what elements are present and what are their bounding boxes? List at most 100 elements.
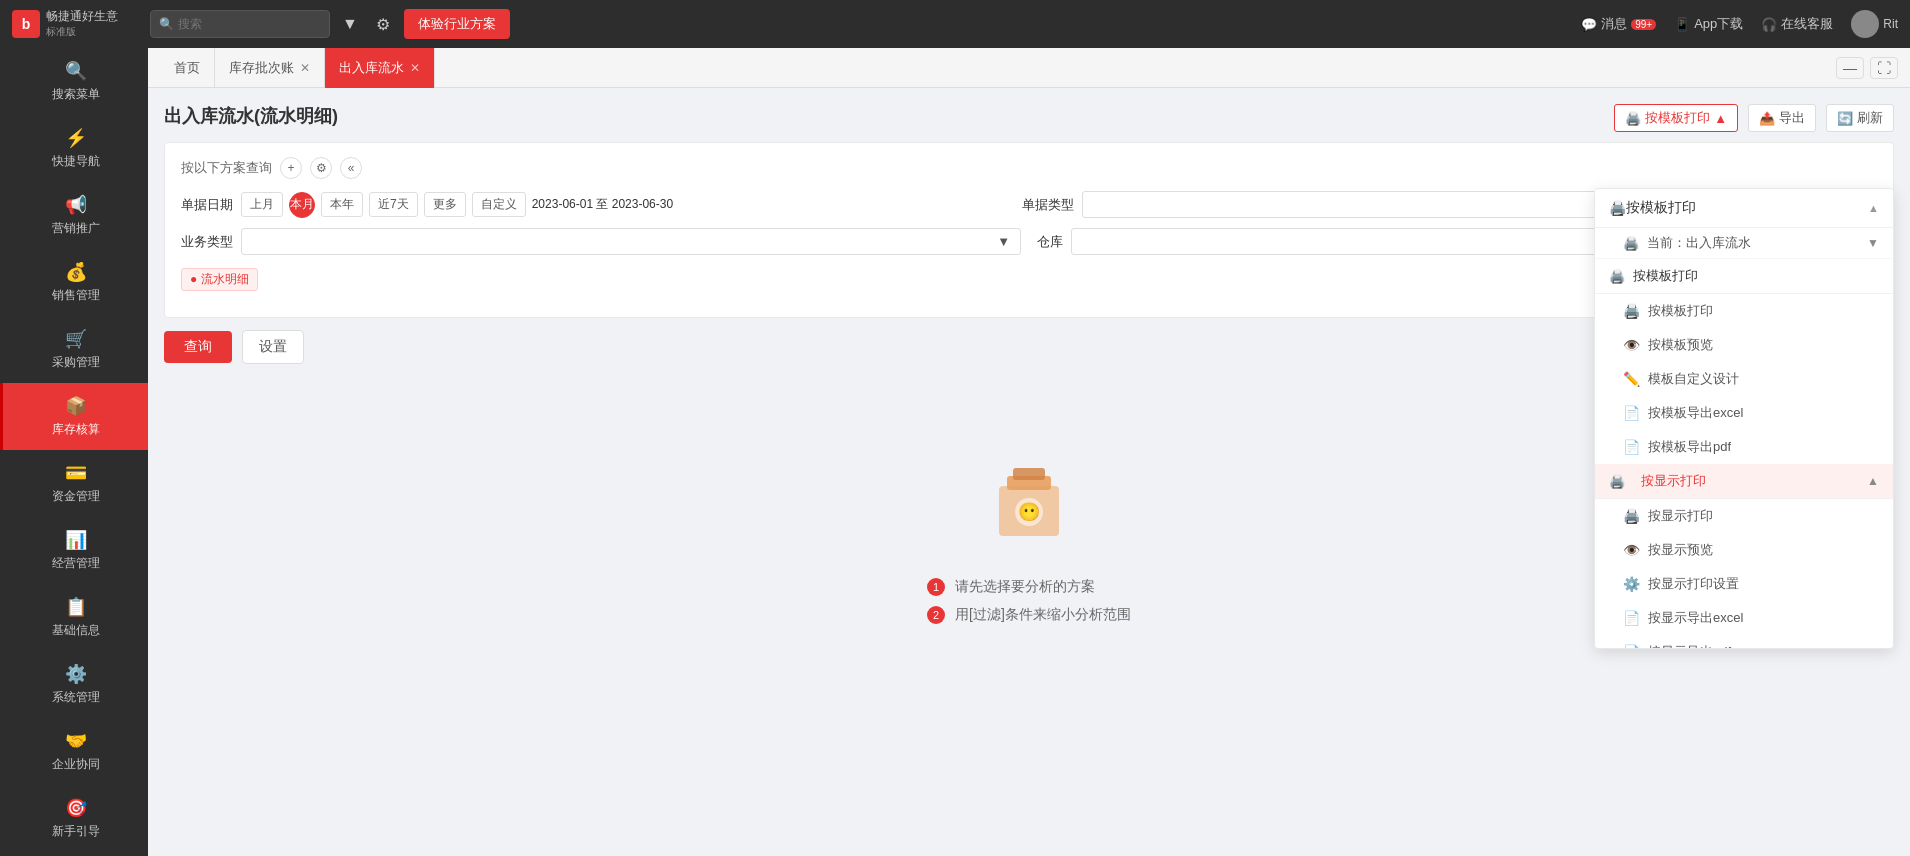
- user-menu[interactable]: Rit: [1851, 10, 1898, 38]
- display-settings-item[interactable]: ⚙️ 按显示打印设置: [1595, 567, 1893, 601]
- sidebar-item-sales[interactable]: 💰 销售管理: [0, 249, 148, 316]
- date-btn-7days[interactable]: 近7天: [369, 192, 418, 217]
- tab-flow[interactable]: 出入库流水 ✕: [325, 48, 435, 88]
- search-icon: 🔍: [159, 17, 174, 31]
- tab-flow-close[interactable]: ✕: [410, 61, 420, 75]
- tag-label: 流水明细: [201, 271, 249, 288]
- headset-icon: 🎧: [1761, 17, 1777, 32]
- template-custom-icon: ✏️: [1623, 371, 1640, 387]
- sidebar-item-purchase[interactable]: 🛒 采购管理: [0, 316, 148, 383]
- sidebar-item-operation[interactable]: 📊 经营管理: [0, 517, 148, 584]
- sidebar-item-quicknav[interactable]: ⚡ 快捷导航: [0, 115, 148, 182]
- display-pdf-item[interactable]: 📄 按显示导出pdf: [1595, 635, 1893, 648]
- sidebar-label-operation: 经营管理: [52, 555, 100, 572]
- header-gear-icon[interactable]: ⚙: [370, 13, 396, 36]
- sidebar-item-appstore[interactable]: 🏪 应用中心: [0, 852, 148, 856]
- template-print-label: 按模板打印: [1633, 267, 1698, 285]
- message-badge: 99+: [1631, 19, 1656, 30]
- print-template-button[interactable]: 🖨️ 按模板打印 ▲: [1614, 104, 1738, 132]
- message-button[interactable]: 💬 消息 99+: [1581, 15, 1656, 33]
- display-preview-item[interactable]: 👁️ 按显示预览: [1595, 533, 1893, 567]
- industry-button[interactable]: 体验行业方案: [404, 9, 510, 39]
- biz-type-field: 业务类型 ▼: [181, 228, 1021, 255]
- display-excel-item[interactable]: 📄 按显示导出excel: [1595, 601, 1893, 635]
- date-btn-last-month[interactable]: 上月: [241, 192, 283, 217]
- export-button[interactable]: 📤 导出: [1748, 104, 1816, 132]
- message-label: 消息: [1601, 15, 1627, 33]
- sidebar-item-basic[interactable]: 📋 基础信息: [0, 584, 148, 651]
- edition-label: 标准版: [46, 25, 118, 39]
- current-icon: 🖨️: [1623, 236, 1639, 251]
- print-template-label: 按模板打印: [1645, 109, 1710, 127]
- online-service-button[interactable]: 🎧 在线客服: [1761, 15, 1833, 33]
- filter-add-button[interactable]: +: [280, 157, 302, 179]
- logo-icon: b: [12, 10, 40, 38]
- dropdown-print-icon: 🖨️: [1609, 200, 1626, 216]
- sidebar-item-search[interactable]: 🔍 搜索菜单: [0, 48, 148, 115]
- template-pdf-label: 按模板导出pdf: [1648, 438, 1731, 456]
- display-pdf-icon: 📄: [1623, 644, 1640, 648]
- dropdown-current[interactable]: 🖨️ 当前：出入库流水 ▼: [1595, 228, 1893, 259]
- biz-type-select[interactable]: ▼: [241, 228, 1021, 255]
- settings-button[interactable]: 设置: [242, 330, 304, 364]
- filter-header: 按以下方案查询 + ⚙ «: [181, 157, 1877, 179]
- username-label: Rit: [1883, 17, 1898, 31]
- query-button[interactable]: 查询: [164, 331, 232, 363]
- sidebar-label-search: 搜索菜单: [52, 86, 100, 103]
- water-tag[interactable]: ● 流水明细: [181, 268, 258, 291]
- date-btn-custom[interactable]: 自定义: [472, 192, 526, 217]
- template-preview-item[interactable]: 👁️ 按模板预览: [1595, 328, 1893, 362]
- search-dropdown-icon[interactable]: ▼: [338, 13, 362, 35]
- sidebar-item-marketing[interactable]: 📢 营销推广: [0, 182, 148, 249]
- tab-flow-label: 出入库流水: [339, 59, 404, 77]
- app-download-button[interactable]: 📱 App下载: [1674, 15, 1743, 33]
- display-section-chevron: ▲: [1867, 474, 1879, 488]
- date-btn-this-month[interactable]: 本月: [289, 192, 315, 218]
- dropdown-collapse-icon[interactable]: ▲: [1868, 202, 1879, 214]
- sidebar-item-newbie[interactable]: 🎯 新手引导: [0, 785, 148, 852]
- tab-home[interactable]: 首页: [160, 48, 215, 88]
- search-input[interactable]: [178, 17, 321, 31]
- tab-maximize-button[interactable]: ⛶: [1870, 57, 1898, 79]
- display-pdf-label: 按显示导出pdf: [1648, 643, 1731, 648]
- sidebar-item-inventory[interactable]: 📦 库存核算: [0, 383, 148, 450]
- newbie-icon: 🎯: [65, 797, 87, 819]
- tab-batch[interactable]: 库存批次账 ✕: [215, 48, 325, 88]
- filter-collapse-button[interactable]: «: [340, 157, 362, 179]
- sidebar-item-collab[interactable]: 🤝 企业协同: [0, 718, 148, 785]
- template-excel-item[interactable]: 📄 按模板导出excel: [1595, 396, 1893, 430]
- template-custom-item[interactable]: ✏️ 模板自定义设计: [1595, 362, 1893, 396]
- sidebar-item-system[interactable]: ⚙️ 系统管理: [0, 651, 148, 718]
- export-icon: 📤: [1759, 111, 1775, 126]
- display-print-section-icon: 🖨️: [1609, 474, 1625, 489]
- display-print-item[interactable]: 🖨️ 按显示打印: [1595, 499, 1893, 533]
- template-pdf-item[interactable]: 📄 按模板导出pdf: [1595, 430, 1893, 464]
- header-search-box[interactable]: 🔍: [150, 10, 330, 38]
- sidebar-item-finance[interactable]: 💳 资金管理: [0, 450, 148, 517]
- current-label: 当前：出入库流水: [1647, 234, 1751, 252]
- page-content: 出入库流水(流水明细) 🖨️ 按模板打印 ▲ 📤 导出 🔄 刷新: [148, 88, 1910, 856]
- sidebar-label-collab: 企业协同: [52, 756, 100, 773]
- marketing-icon: 📢: [65, 194, 87, 216]
- empty-tip-2: 2 用[过滤]条件来缩小分析范围: [927, 600, 1131, 628]
- sidebar-label-basic: 基础信息: [52, 622, 100, 639]
- display-print-icon: 🖨️: [1623, 508, 1640, 524]
- template-print-section[interactable]: 🖨️ 按模板打印: [1595, 259, 1893, 294]
- operation-icon: 📊: [65, 529, 87, 551]
- template-print-item[interactable]: 🖨️ 按模板打印: [1595, 294, 1893, 328]
- display-settings-icon: ⚙️: [1623, 576, 1640, 592]
- date-btn-more[interactable]: 更多: [424, 192, 466, 217]
- tab-minimize-button[interactable]: —: [1836, 57, 1864, 79]
- tab-batch-close[interactable]: ✕: [300, 61, 310, 75]
- filter-settings-button[interactable]: ⚙: [310, 157, 332, 179]
- date-btn-this-year[interactable]: 本年: [321, 192, 363, 217]
- print-chevron-icon: ▲: [1714, 111, 1727, 126]
- sales-icon: 💰: [65, 261, 87, 283]
- display-print-label: 按显示打印: [1648, 507, 1713, 525]
- refresh-button[interactable]: 🔄 刷新: [1826, 104, 1894, 132]
- template-pdf-icon: 📄: [1623, 439, 1640, 455]
- display-excel-icon: 📄: [1623, 610, 1640, 626]
- tab-batch-label: 库存批次账: [229, 59, 294, 77]
- template-print-item-icon: 🖨️: [1623, 303, 1640, 319]
- display-print-section[interactable]: 🖨️ 按显示打印 ▲: [1595, 464, 1893, 499]
